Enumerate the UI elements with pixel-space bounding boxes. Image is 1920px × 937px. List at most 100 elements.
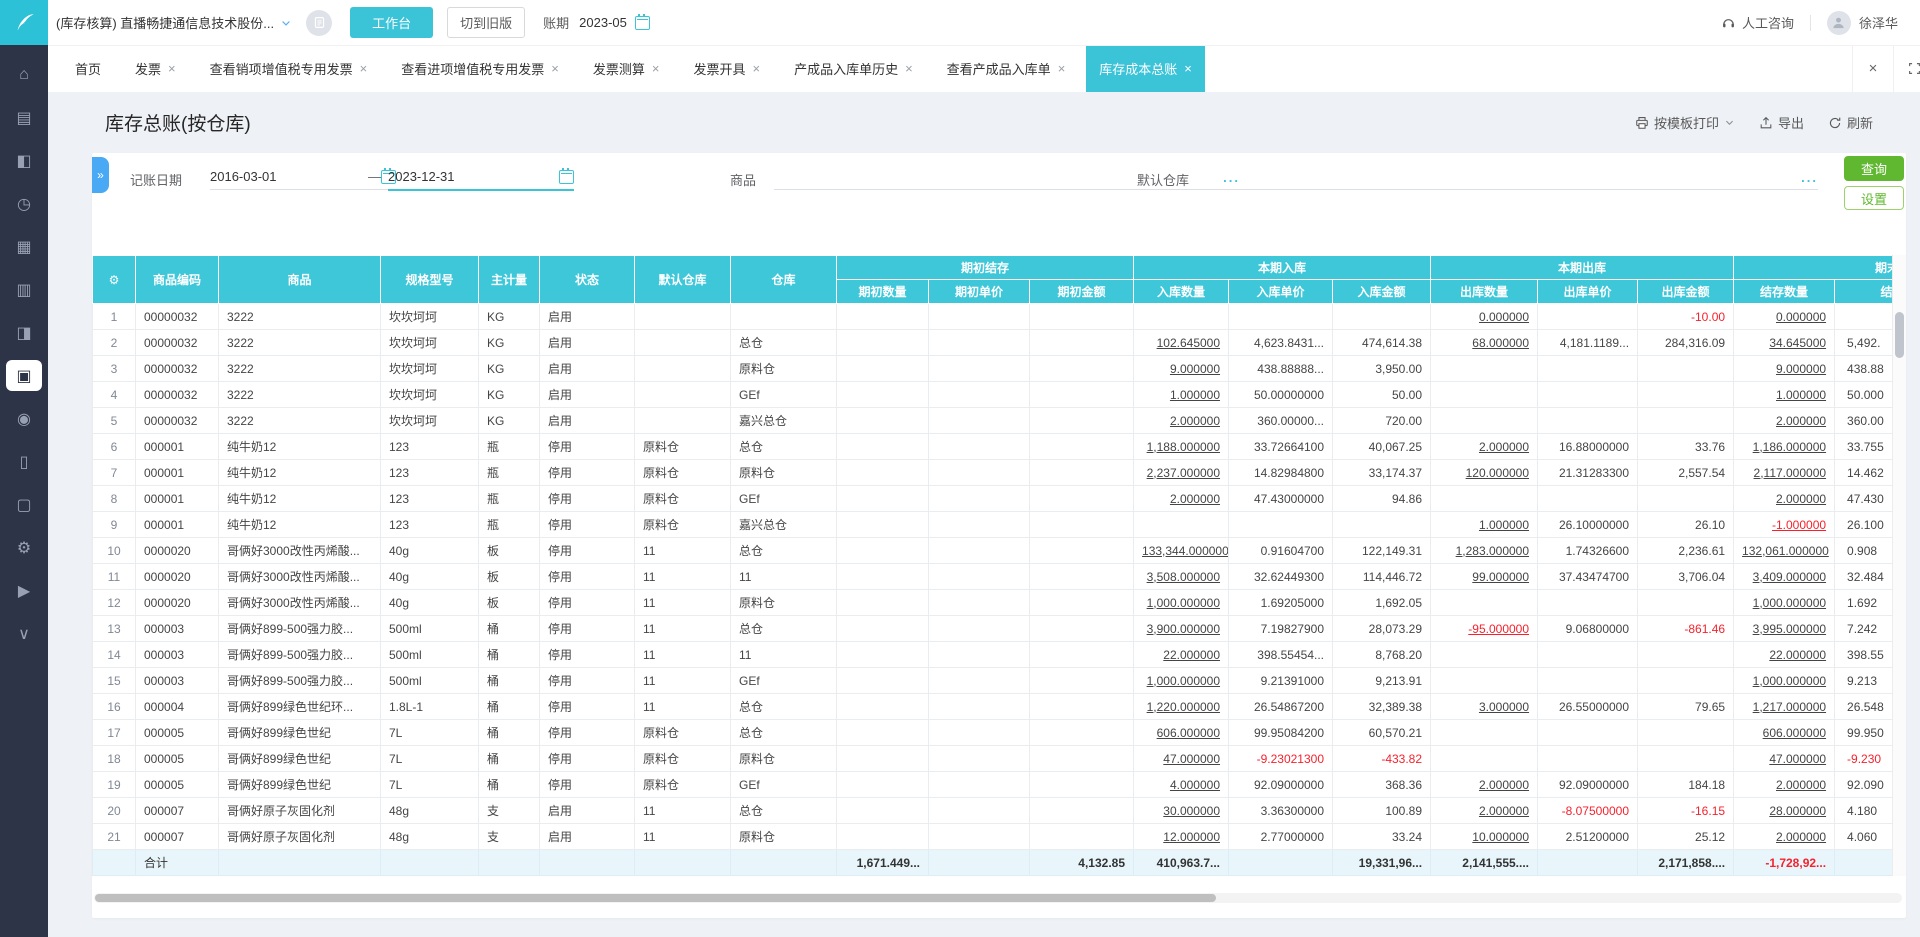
drilldown-link[interactable]: 1,217.000000 [1753, 700, 1826, 714]
sidebar-item-fund[interactable]: ◷ [6, 188, 42, 219]
sidebar-item-home[interactable]: ⌂ [6, 59, 42, 90]
sidebar-item-media[interactable]: ▶ [6, 575, 42, 606]
period-value[interactable]: 2023-05 [579, 15, 627, 30]
drilldown-link[interactable]: 606.000000 [1763, 726, 1826, 740]
drilldown-link[interactable]: 34.645000 [1769, 336, 1826, 350]
subcol-header-1-0[interactable]: 入库数量 [1133, 279, 1230, 304]
tab-5[interactable]: 发票开具 × [680, 45, 773, 92]
sidebar-item-goods[interactable]: ◨ [6, 317, 42, 348]
tab-8[interactable]: 库存成本总账 × [1086, 45, 1205, 92]
sidebar-item-share[interactable]: ∨ [6, 618, 42, 649]
drilldown-link[interactable]: 1,188.000000 [1147, 440, 1220, 454]
col-header-0[interactable]: 商品编码 [135, 255, 219, 304]
drilldown-link[interactable]: 3,508.000000 [1147, 570, 1220, 584]
subcol-header-3-0[interactable]: 结存数量 [1733, 279, 1836, 304]
company-selector[interactable]: (库存核算) 直播畅捷通信息技术股份... [56, 13, 292, 32]
drilldown-link[interactable]: 30.000000 [1163, 804, 1220, 818]
tab-close-icon[interactable]: × [360, 61, 368, 76]
drilldown-link[interactable]: 1.000000 [1170, 388, 1220, 402]
vertical-scrollbar-thumb[interactable] [1895, 312, 1904, 358]
warehouse-input[interactable]: ... [1204, 161, 1818, 190]
avatar[interactable] [1826, 10, 1851, 35]
sidebar-item-report[interactable]: ▥ [6, 274, 42, 305]
tab-1[interactable]: 发票 × [122, 45, 189, 92]
drilldown-link[interactable]: 2.000000 [1776, 492, 1826, 506]
tab-close-icon[interactable]: × [1184, 61, 1192, 76]
table-row[interactable]: 11 0000020 哥俩好3000改性丙烯酸... 40g 板停用 11 11 3,508.… [92, 563, 1906, 590]
drilldown-link[interactable]: 3.000000 [1479, 700, 1529, 714]
sidebar-item-chart[interactable]: ◧ [6, 145, 42, 176]
table-row[interactable]: 4 00000032 3222 坎坎坷坷 KG 启用 GEf 1.000000 50.00000… [92, 381, 1906, 408]
table-row[interactable]: 2 00000032 3222 坎坎坷坷 KG 启用 总仓 102.645000 4,623.8… [92, 329, 1906, 356]
horizontal-scrollbar[interactable] [94, 893, 1902, 903]
date-to-input[interactable]: 2023-12-31 [388, 161, 574, 191]
workbench-button[interactable]: 工作台 [350, 7, 434, 38]
table-row[interactable]: 16 000004 哥俩好899绿色世纪环... 1.8L-1 桶停用 11 总仓 1,220… [92, 693, 1906, 720]
sidebar-item-bank[interactable]: ▦ [6, 231, 42, 262]
subcol-header-1-2[interactable]: 入库金额 [1332, 279, 1432, 304]
drilldown-link[interactable]: 1,283.000000 [1456, 544, 1529, 558]
tab-4[interactable]: 发票测算 × [580, 45, 673, 92]
sidebar-item-cup[interactable]: ◉ [6, 403, 42, 434]
export-button[interactable]: 导出 [1759, 113, 1804, 132]
subcol-header-0-1[interactable]: 期初单价 [928, 279, 1030, 304]
subcol-header-0-2[interactable]: 期初金额 [1028, 279, 1135, 304]
chevron-down-icon[interactable] [1724, 117, 1735, 128]
drilldown-link[interactable]: 28.000000 [1769, 804, 1826, 818]
subcol-header-2-0[interactable]: 出库数量 [1430, 279, 1539, 304]
drilldown-link[interactable]: 2.000000 [1776, 830, 1826, 844]
table-row[interactable]: 17 000005 哥俩好899绿色世纪 7L 桶停用 原料仓 总仓 606.000000 99… [92, 719, 1906, 746]
settings-button[interactable]: 设置 [1844, 186, 1904, 210]
print-by-template-button[interactable]: 按模板打印 [1635, 113, 1735, 132]
col-header-1[interactable]: 商品 [218, 255, 381, 304]
drilldown-link[interactable]: 47.000000 [1163, 752, 1220, 766]
drilldown-link[interactable]: 0.000000 [1479, 310, 1529, 324]
subcol-header-1-1[interactable]: 入库单价 [1228, 279, 1334, 304]
subcol-header-2-2[interactable]: 出库金额 [1637, 279, 1735, 304]
drilldown-link[interactable]: 102.645000 [1157, 336, 1220, 350]
table-row[interactable]: 6 000001 纯牛奶12 123 瓶停用 原料仓 总仓 1,188.000000 33.72… [92, 433, 1906, 460]
table-row[interactable]: 7 000001 纯牛奶12 123 瓶停用 原料仓 原料仓 2,237.000000 14.8… [92, 459, 1906, 486]
drilldown-link[interactable]: 3,995.000000 [1753, 622, 1826, 636]
table-row[interactable]: 14 000003 哥俩好899-500强力胶... 500ml 桶停用 11 11 22.0… [92, 641, 1906, 668]
drilldown-link[interactable]: 99.000000 [1472, 570, 1529, 584]
table-row[interactable]: 13 000003 哥俩好899-500强力胶... 500ml 桶停用 11 总仓 3,90… [92, 615, 1906, 642]
column-settings-gear-icon[interactable]: ⚙ [92, 255, 136, 304]
drilldown-link[interactable]: 1,000.000000 [1753, 596, 1826, 610]
fullscreen-icon[interactable] [1893, 45, 1920, 92]
vertical-scrollbar[interactable] [1892, 255, 1906, 876]
drilldown-link[interactable]: 2.000000 [1170, 492, 1220, 506]
drilldown-link[interactable]: 9.000000 [1776, 362, 1826, 376]
table-row[interactable]: 8 000001 纯牛奶12 123 瓶停用 原料仓 GEf 2.000000 47.43000… [92, 485, 1906, 512]
drilldown-link[interactable]: 2.000000 [1479, 804, 1529, 818]
sidebar-item-box[interactable]: ▢ [6, 489, 42, 520]
tab-7[interactable]: 查看产成品入库单 × [934, 45, 1079, 92]
drilldown-link[interactable]: -95.000000 [1468, 622, 1529, 636]
calendar-icon[interactable] [559, 168, 574, 184]
drilldown-link[interactable]: -1.000000 [1772, 518, 1826, 532]
tab-close-icon[interactable]: × [652, 61, 660, 76]
drilldown-link[interactable]: 2.000000 [1776, 778, 1826, 792]
table-row[interactable]: 19 000005 哥俩好899绿色世纪 7L 桶停用 原料仓 GEf 4.000000 92.… [92, 771, 1906, 798]
subcol-header-2-1[interactable]: 出库单价 [1537, 279, 1639, 304]
tab-3[interactable]: 查看进项增值税专用发票 × [388, 45, 572, 92]
drilldown-link[interactable]: 47.000000 [1769, 752, 1826, 766]
tab-close-icon[interactable]: × [1058, 61, 1066, 76]
tab-6[interactable]: 产成品入库单历史 × [781, 45, 926, 92]
drilldown-link[interactable]: 1.000000 [1479, 518, 1529, 532]
drilldown-link[interactable]: 22.000000 [1769, 648, 1826, 662]
user-name[interactable]: 徐泽华 [1859, 13, 1898, 32]
table-row[interactable]: 5 00000032 3222 坎坎坷坷 KG 启用 嘉兴总仓 2.000000 360.000… [92, 407, 1906, 434]
calendar-icon[interactable] [634, 13, 650, 30]
drilldown-link[interactable]: 120.000000 [1466, 466, 1529, 480]
drilldown-link[interactable]: 2.000000 [1170, 414, 1220, 428]
table-row[interactable]: 10 0000020 哥俩好3000改性丙烯酸... 40g 板停用 11 总仓 133,34… [92, 537, 1906, 564]
tab-close-icon[interactable]: × [752, 61, 760, 76]
sidebar-item-inventory[interactable]: ▣ [6, 360, 42, 391]
table-row[interactable]: 18 000005 哥俩好899绿色世纪 7L 桶停用 原料仓 原料仓 47.000000 -9… [92, 745, 1906, 772]
drilldown-link[interactable]: 1,000.000000 [1147, 596, 1220, 610]
subcol-header-0-0[interactable]: 期初数量 [836, 279, 929, 304]
sidebar-item-invoice[interactable]: ▤ [6, 102, 42, 133]
drilldown-link[interactable]: 3,409.000000 [1753, 570, 1826, 584]
sidebar-item-settings[interactable]: ⚙ [6, 532, 42, 563]
